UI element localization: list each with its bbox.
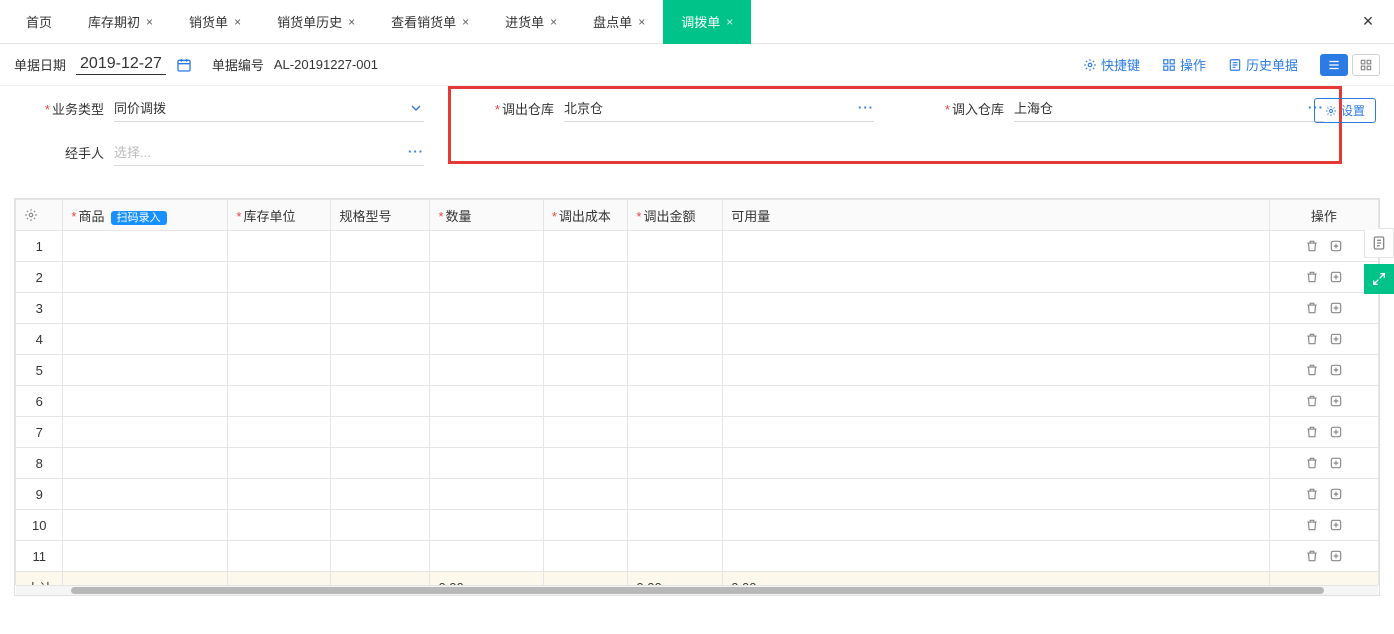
table-row[interactable]: 4 — [16, 324, 1379, 355]
add-row-icon[interactable] — [1329, 394, 1343, 408]
doc-no-label: 单据编号 — [212, 55, 264, 74]
tab-stocktake[interactable]: 盘点单× — [575, 0, 663, 44]
table-row[interactable]: 2 — [16, 262, 1379, 293]
table-row[interactable]: 1 — [16, 231, 1379, 262]
delete-row-icon[interactable] — [1305, 425, 1319, 439]
tab-bar: 首页 库存期初× 销货单× 销货单历史× 查看销货单× 进货单× 盘点单× 调拨… — [0, 0, 1394, 44]
ops-button[interactable]: 操作 — [1156, 55, 1212, 74]
tab-inventory-init[interactable]: 库存期初× — [70, 0, 171, 44]
date-input[interactable]: 2019-12-27 — [76, 55, 166, 75]
delete-row-icon[interactable] — [1305, 363, 1319, 377]
delete-row-icon[interactable] — [1305, 549, 1319, 563]
delete-row-icon[interactable] — [1305, 487, 1319, 501]
add-row-icon[interactable] — [1329, 363, 1343, 377]
tab-sales-order[interactable]: 销货单× — [171, 0, 259, 44]
biz-type-field: *业务类型 同价调拨 — [14, 94, 424, 122]
add-row-icon[interactable] — [1329, 487, 1343, 501]
in-warehouse-select[interactable]: 上海仓 ··· — [1014, 94, 1324, 122]
chevron-down-icon — [408, 100, 424, 116]
gear-icon[interactable] — [24, 208, 54, 222]
table-row[interactable]: 3 — [16, 293, 1379, 324]
view-mode-toggle — [1320, 54, 1380, 76]
in-warehouse-field: *调入仓库 上海仓 ··· — [914, 94, 1324, 122]
doc-header: 单据日期 2019-12-27 单据编号 AL-20191227-001 快捷键… — [0, 44, 1394, 86]
delete-row-icon[interactable] — [1305, 239, 1319, 253]
tab-transfer[interactable]: 调拨单× — [663, 0, 751, 44]
close-all-icon[interactable]: × — [1350, 11, 1386, 32]
close-icon[interactable]: × — [462, 15, 469, 29]
delete-row-icon[interactable] — [1305, 456, 1319, 470]
close-icon[interactable]: × — [146, 15, 153, 29]
delete-row-icon[interactable] — [1305, 518, 1319, 532]
out-warehouse-select[interactable]: 北京仓 ··· — [564, 94, 874, 122]
table-row[interactable]: 10 — [16, 510, 1379, 541]
tab-sales-history[interactable]: 销货单历史× — [259, 0, 373, 44]
more-icon[interactable]: ··· — [858, 100, 874, 115]
horizontal-scrollbar[interactable] — [16, 585, 1378, 595]
add-row-icon[interactable] — [1329, 456, 1343, 470]
handler-field: 经手人 选择... ··· — [14, 138, 424, 166]
form-area: 设置 *业务类型 同价调拨 *调出仓库 北京仓 ··· *调入仓库 上海仓 ··… — [0, 86, 1394, 188]
table-header-row: *商品扫码录入 *库存单位 规格型号 *数量 *调出成本 *调出金额 可用量 操… — [16, 200, 1379, 231]
view-list-icon[interactable] — [1320, 54, 1348, 76]
tab-view-sales[interactable]: 查看销货单× — [373, 0, 487, 44]
view-grid-icon[interactable] — [1352, 54, 1380, 76]
table-row[interactable]: 9 — [16, 479, 1379, 510]
table-row[interactable]: 8 — [16, 448, 1379, 479]
add-row-icon[interactable] — [1329, 518, 1343, 532]
delete-row-icon[interactable] — [1305, 332, 1319, 346]
delete-row-icon[interactable] — [1305, 301, 1319, 315]
side-toolbar — [1364, 228, 1394, 294]
tab-home[interactable]: 首页 — [8, 0, 70, 44]
delete-row-icon[interactable] — [1305, 394, 1319, 408]
shortcut-button[interactable]: 快捷键 — [1077, 55, 1146, 74]
add-row-icon[interactable] — [1329, 270, 1343, 284]
table-row[interactable]: 11 — [16, 541, 1379, 572]
add-row-icon[interactable] — [1329, 332, 1343, 346]
close-icon[interactable]: × — [234, 15, 241, 29]
table-row[interactable]: 6 — [16, 386, 1379, 417]
date-label: 单据日期 — [14, 55, 66, 74]
add-row-icon[interactable] — [1329, 425, 1343, 439]
settings-button[interactable]: 设置 — [1314, 98, 1376, 123]
scan-button[interactable]: 扫码录入 — [111, 211, 167, 225]
more-icon[interactable]: ··· — [408, 144, 424, 159]
out-warehouse-field: *调出仓库 北京仓 ··· — [464, 94, 874, 122]
subtotal-row: 小计 0.00 0.00 0.00 — [16, 572, 1379, 586]
add-row-icon[interactable] — [1329, 549, 1343, 563]
expand-icon[interactable] — [1364, 264, 1394, 294]
close-icon[interactable]: × — [726, 15, 733, 29]
add-row-icon[interactable] — [1329, 301, 1343, 315]
close-icon[interactable]: × — [638, 15, 645, 29]
close-icon[interactable]: × — [550, 15, 557, 29]
history-button[interactable]: 历史单据 — [1222, 55, 1304, 74]
tab-purchase[interactable]: 进货单× — [487, 0, 575, 44]
line-items-table: *商品扫码录入 *库存单位 规格型号 *数量 *调出成本 *调出金额 可用量 操… — [14, 198, 1380, 596]
notes-icon[interactable] — [1364, 228, 1394, 258]
table-row[interactable]: 5 — [16, 355, 1379, 386]
handler-select[interactable]: 选择... ··· — [114, 138, 424, 166]
add-row-icon[interactable] — [1329, 239, 1343, 253]
doc-no-value: AL-20191227-001 — [274, 57, 378, 72]
calendar-icon[interactable] — [176, 57, 192, 73]
close-icon[interactable]: × — [348, 15, 355, 29]
delete-row-icon[interactable] — [1305, 270, 1319, 284]
biz-type-select[interactable]: 同价调拨 — [114, 94, 424, 122]
table-row[interactable]: 7 — [16, 417, 1379, 448]
